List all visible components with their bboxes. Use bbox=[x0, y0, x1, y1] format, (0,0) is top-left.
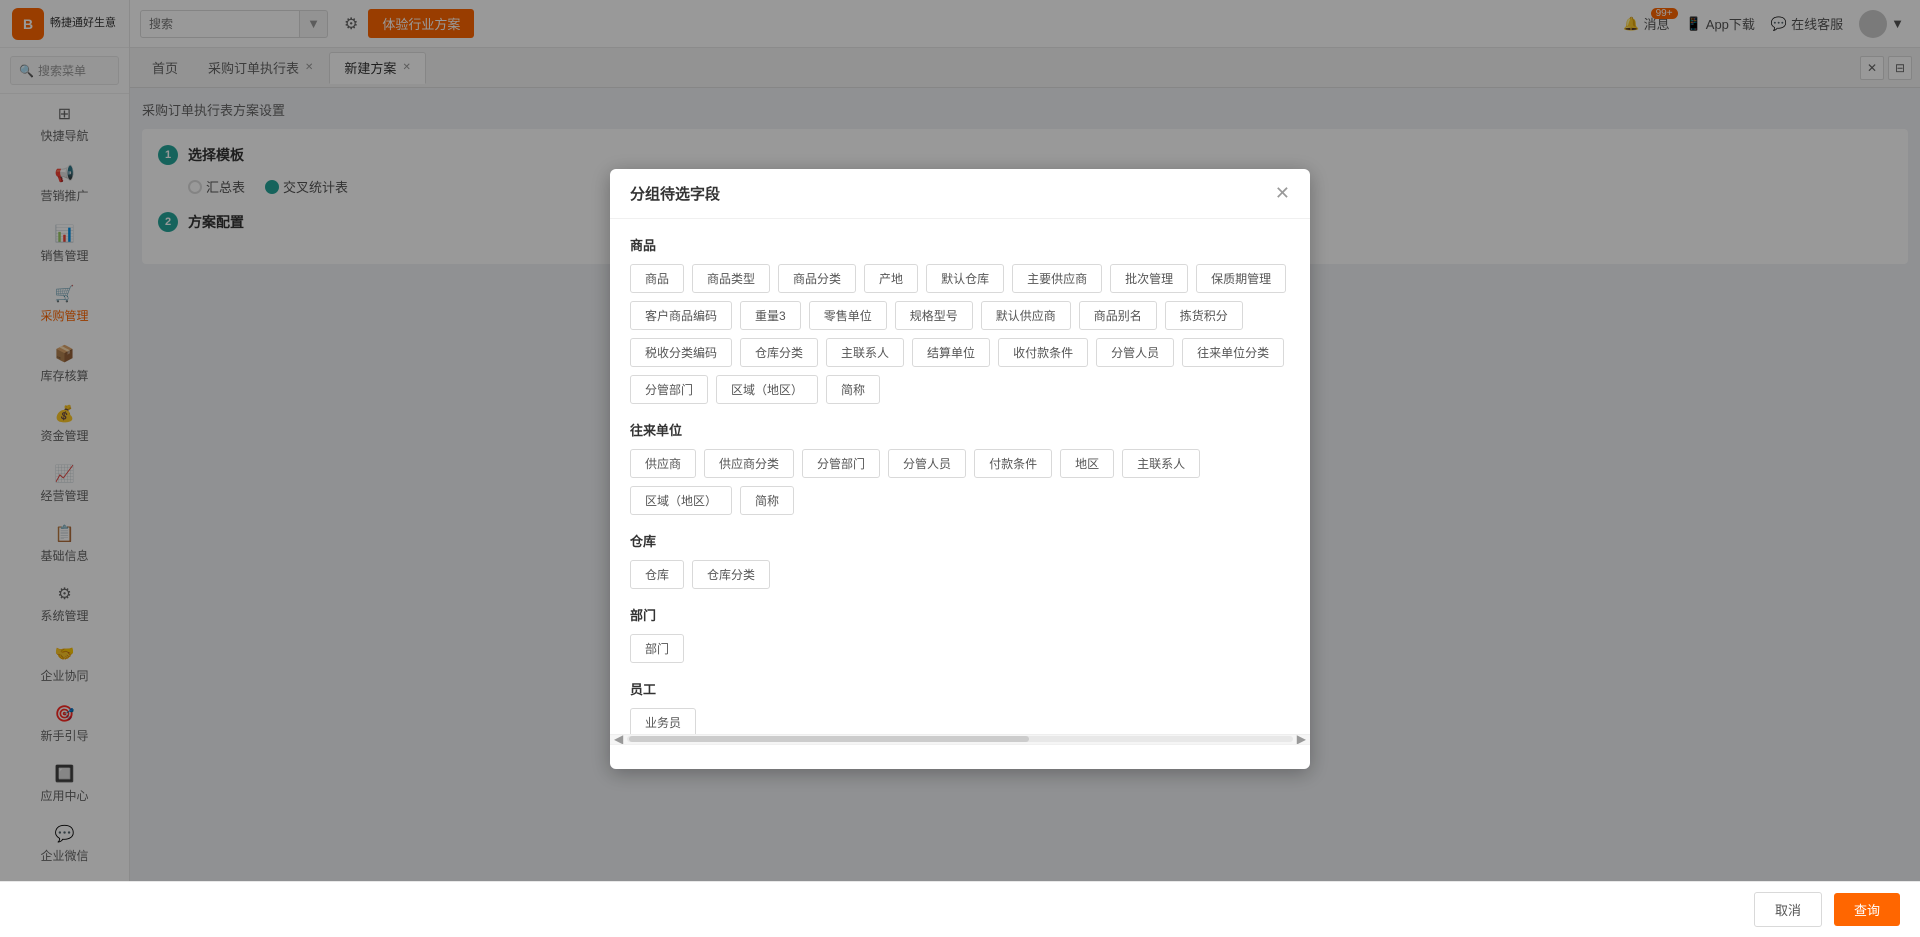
counterparty-field-tags: 供应商 供应商分类 分管部门 分管人员 付款条件 地区 主联系人 区域（地区） … bbox=[630, 449, 1290, 515]
field-tag[interactable]: 仓库分类 bbox=[740, 338, 818, 367]
modal-close-button[interactable]: ✕ bbox=[1275, 183, 1290, 204]
field-tag[interactable]: 仓库分类 bbox=[692, 560, 770, 589]
field-tag[interactable]: 往来单位分类 bbox=[1182, 338, 1284, 367]
hscroll-thumb bbox=[629, 736, 1028, 742]
field-tag[interactable]: 分管人员 bbox=[888, 449, 966, 478]
modal-horizontal-scrollbar[interactable]: ◀ ▶ bbox=[610, 734, 1310, 744]
field-tag[interactable]: 重量3 bbox=[740, 301, 801, 330]
field-tag[interactable]: 主联系人 bbox=[1122, 449, 1200, 478]
field-tag[interactable]: 保质期管理 bbox=[1196, 264, 1286, 293]
modal-footer bbox=[610, 744, 1310, 769]
hscroll-track bbox=[627, 736, 1293, 742]
cancel-button[interactable]: 取消 bbox=[1754, 892, 1822, 927]
section-counterparty-title: 往来单位 bbox=[630, 420, 1290, 439]
field-select-modal: 分组待选字段 ✕ 商品 商品 商品类型 商品分类 产地 默认仓库 主要供应商 批… bbox=[610, 169, 1310, 769]
field-tag[interactable]: 区域（地区） bbox=[716, 375, 818, 404]
section-goods-title: 商品 bbox=[630, 235, 1290, 254]
field-tag[interactable]: 规格型号 bbox=[895, 301, 973, 330]
field-tag[interactable]: 批次管理 bbox=[1110, 264, 1188, 293]
field-tag[interactable]: 结算单位 bbox=[912, 338, 990, 367]
field-tag[interactable]: 商品 bbox=[630, 264, 684, 293]
field-tag[interactable]: 客户商品编码 bbox=[630, 301, 732, 330]
modal-title: 分组待选字段 bbox=[630, 183, 720, 204]
field-tag[interactable]: 商品分类 bbox=[778, 264, 856, 293]
field-tag[interactable]: 供应商 bbox=[630, 449, 696, 478]
field-tag[interactable]: 部门 bbox=[630, 634, 684, 663]
section-department-title: 部门 bbox=[630, 605, 1290, 624]
field-tag[interactable]: 商品类型 bbox=[692, 264, 770, 293]
field-tag[interactable]: 供应商分类 bbox=[704, 449, 794, 478]
employee-field-tags: 业务员 bbox=[630, 708, 1290, 734]
field-tag[interactable]: 主联系人 bbox=[826, 338, 904, 367]
field-tag[interactable]: 默认供应商 bbox=[981, 301, 1071, 330]
field-tag[interactable]: 简称 bbox=[740, 486, 794, 515]
field-tag[interactable]: 分管人员 bbox=[1096, 338, 1174, 367]
section-goods: 商品 商品 商品类型 商品分类 产地 默认仓库 主要供应商 批次管理 保质期管理… bbox=[630, 235, 1290, 404]
department-field-tags: 部门 bbox=[630, 634, 1290, 663]
section-warehouse: 仓库 仓库 仓库分类 bbox=[630, 531, 1290, 589]
field-tag[interactable]: 区域（地区） bbox=[630, 486, 732, 515]
bottom-bar: 取消 查询 bbox=[0, 881, 1920, 937]
warehouse-field-tags: 仓库 仓库分类 bbox=[630, 560, 1290, 589]
field-tag[interactable]: 分管部门 bbox=[630, 375, 708, 404]
modal-header: 分组待选字段 ✕ bbox=[610, 169, 1310, 219]
field-tag[interactable]: 简称 bbox=[826, 375, 880, 404]
field-tag[interactable]: 产地 bbox=[864, 264, 918, 293]
field-tag[interactable]: 默认仓库 bbox=[926, 264, 1004, 293]
field-tag[interactable]: 商品别名 bbox=[1079, 301, 1157, 330]
field-tag[interactable]: 业务员 bbox=[630, 708, 696, 734]
field-tag[interactable]: 收付款条件 bbox=[998, 338, 1088, 367]
field-tag[interactable]: 仓库 bbox=[630, 560, 684, 589]
field-tag[interactable]: 主要供应商 bbox=[1012, 264, 1102, 293]
field-tag[interactable]: 拣货积分 bbox=[1165, 301, 1243, 330]
field-tag[interactable]: 税收分类编码 bbox=[630, 338, 732, 367]
field-tag[interactable]: 零售单位 bbox=[809, 301, 887, 330]
goods-field-tags: 商品 商品类型 商品分类 产地 默认仓库 主要供应商 批次管理 保质期管理 客户… bbox=[630, 264, 1290, 404]
section-counterparty: 往来单位 供应商 供应商分类 分管部门 分管人员 付款条件 地区 主联系人 区域… bbox=[630, 420, 1290, 515]
section-employee: 员工 业务员 bbox=[630, 679, 1290, 734]
section-employee-title: 员工 bbox=[630, 679, 1290, 698]
confirm-button[interactable]: 查询 bbox=[1834, 893, 1900, 926]
field-tag[interactable]: 付款条件 bbox=[974, 449, 1052, 478]
field-tag[interactable]: 地区 bbox=[1060, 449, 1114, 478]
field-tag[interactable]: 分管部门 bbox=[802, 449, 880, 478]
section-department: 部门 部门 bbox=[630, 605, 1290, 663]
section-warehouse-title: 仓库 bbox=[630, 531, 1290, 550]
modal-body: 商品 商品 商品类型 商品分类 产地 默认仓库 主要供应商 批次管理 保质期管理… bbox=[610, 219, 1310, 734]
